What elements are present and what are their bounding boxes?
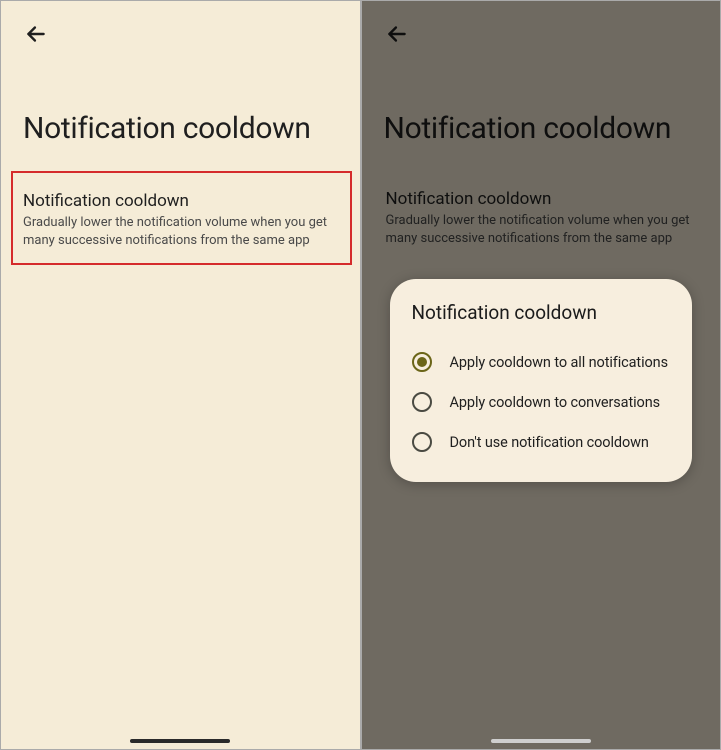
radio-icon <box>412 432 432 452</box>
setting-title: Notification cooldown <box>23 191 340 211</box>
radio-label: Don't use notification cooldown <box>450 434 649 451</box>
radio-icon <box>412 352 432 372</box>
nav-handle[interactable] <box>491 739 591 743</box>
phone-screen-left: Notification cooldown Notification coold… <box>0 0 361 750</box>
dialog-title: Notification cooldown <box>412 301 671 324</box>
notification-cooldown-dialog: Notification cooldown Apply cooldown to … <box>390 279 693 482</box>
arrow-left-icon <box>23 32 49 51</box>
setting-description: Gradually lower the notification volume … <box>23 214 340 249</box>
page-title: Notification cooldown <box>23 111 311 146</box>
radio-icon <box>412 392 432 412</box>
back-button[interactable] <box>23 21 49 47</box>
nav-handle[interactable] <box>130 739 230 743</box>
radio-option-conversations[interactable]: Apply cooldown to conversations <box>412 382 671 422</box>
radio-option-dont-use[interactable]: Don't use notification cooldown <box>412 422 671 462</box>
phone-screen-right: Notification cooldown Notification coold… <box>361 0 721 750</box>
radio-label: Apply cooldown to all notifications <box>450 354 668 371</box>
setting-notification-cooldown[interactable]: Notification cooldown Gradually lower th… <box>11 171 352 265</box>
radio-label: Apply cooldown to conversations <box>450 394 661 411</box>
radio-option-all[interactable]: Apply cooldown to all notifications <box>412 342 671 382</box>
